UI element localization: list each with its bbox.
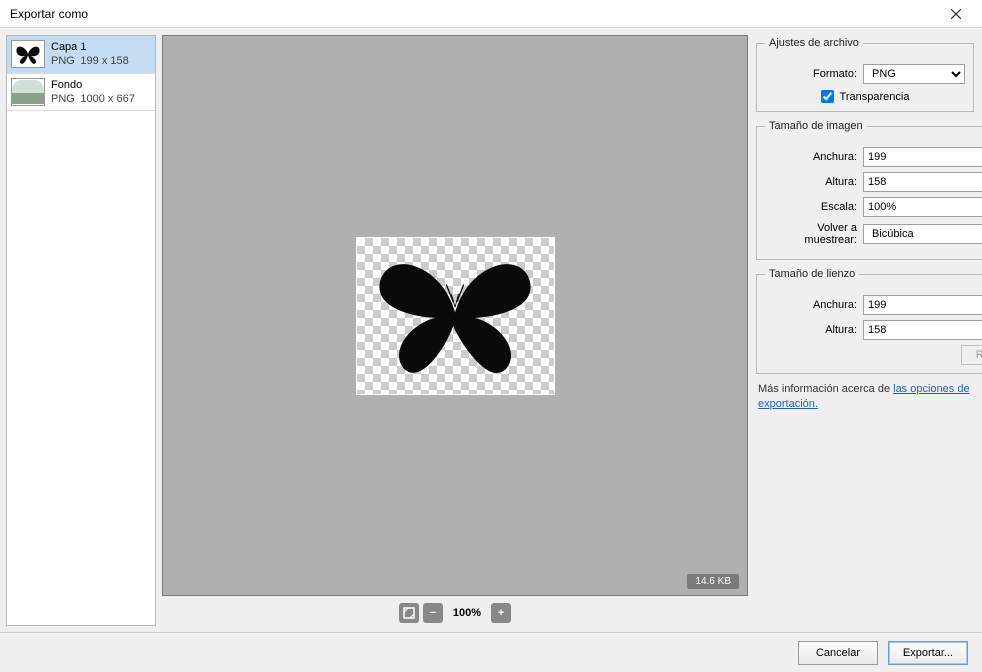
- format-select[interactable]: PNG: [863, 64, 965, 84]
- layers-list: Capa 1 PNG 199 x 158 Fondo PNG 1000 x 66…: [6, 35, 156, 626]
- resample-select[interactable]: Bicúbica: [863, 224, 982, 244]
- transparency-label: Transparencia: [840, 91, 910, 103]
- dialog-footer: Cancelar Exportar...: [0, 632, 982, 672]
- layer-thumbnail: [11, 78, 45, 106]
- butterfly-preview: [365, 246, 545, 386]
- preview-area: 14.6 KB − 100% +: [162, 35, 748, 626]
- image-height-input[interactable]: [863, 172, 982, 192]
- layer-item[interactable]: Capa 1 PNG 199 x 158: [7, 36, 155, 74]
- image-size-legend: Tamaño de imagen: [765, 120, 867, 132]
- zoom-level: 100%: [447, 607, 487, 619]
- format-label: Formato:: [765, 68, 857, 80]
- format-row: Formato: PNG: [765, 64, 965, 84]
- transparency-checker: [356, 237, 555, 395]
- restore-button[interactable]: Restaurar: [961, 345, 982, 365]
- zoom-out-button[interactable]: −: [423, 603, 443, 623]
- layer-name: Fondo: [51, 78, 135, 92]
- main-area: Capa 1 PNG 199 x 158 Fondo PNG 1000 x 66…: [0, 29, 982, 632]
- layer-item[interactable]: Fondo PNG 1000 x 667: [7, 74, 155, 112]
- fit-icon: [403, 607, 415, 619]
- scale-input[interactable]: [863, 197, 982, 217]
- cancel-button[interactable]: Cancelar: [798, 641, 878, 665]
- close-button[interactable]: [936, 0, 976, 28]
- transparency-row: Transparencia: [765, 90, 965, 103]
- canvas-width-input[interactable]: [863, 295, 982, 315]
- canvas-height-label: Altura:: [765, 324, 857, 336]
- file-settings-legend: Ajustes de archivo: [765, 37, 863, 49]
- settings-panel: Ajustes de archivo Formato: PNG Transpar…: [754, 35, 976, 626]
- layer-thumbnail: [11, 40, 45, 68]
- butterfly-icon: [14, 43, 42, 65]
- layer-info: Capa 1 PNG 199 x 158: [51, 40, 129, 69]
- close-icon: [951, 9, 961, 19]
- window-title: Exportar como: [10, 7, 88, 21]
- zoom-toolbar: − 100% +: [162, 600, 748, 626]
- layer-name: Capa 1: [51, 40, 129, 54]
- canvas-size-legend: Tamaño de lienzo: [765, 268, 859, 280]
- canvas-width-label: Anchura:: [765, 299, 857, 311]
- canvas-height-input[interactable]: [863, 320, 982, 340]
- export-button[interactable]: Exportar...: [888, 641, 968, 665]
- transparency-checkbox[interactable]: [821, 90, 834, 103]
- layer-meta: PNG 1000 x 667: [51, 92, 135, 106]
- layer-info: Fondo PNG 1000 x 667: [51, 78, 135, 107]
- layer-meta: PNG 199 x 158: [51, 54, 129, 68]
- titlebar: Exportar como: [0, 0, 982, 28]
- scale-label: Escala:: [765, 201, 857, 213]
- minus-icon: −: [430, 607, 436, 619]
- filesize-badge: 14.6 KB: [687, 574, 739, 589]
- info-text: Más información acerca de las opciones d…: [756, 382, 974, 413]
- file-settings-group: Ajustes de archivo Formato: PNG Transpar…: [756, 37, 974, 112]
- image-width-input[interactable]: [863, 147, 982, 167]
- canvas-size-group: Tamaño de lienzo Anchura: px Altura: px …: [756, 268, 982, 374]
- image-size-group: Tamaño de imagen Anchura: px Altura: px …: [756, 120, 982, 260]
- width-label: Anchura:: [765, 151, 857, 163]
- landscape-icon: [12, 80, 44, 104]
- zoom-fit-button[interactable]: [399, 603, 419, 623]
- plus-icon: +: [498, 607, 504, 619]
- resample-label: Volver a muestrear:: [765, 222, 857, 246]
- height-label: Altura:: [765, 176, 857, 188]
- zoom-in-button[interactable]: +: [491, 603, 511, 623]
- preview-canvas: 14.6 KB: [162, 35, 748, 596]
